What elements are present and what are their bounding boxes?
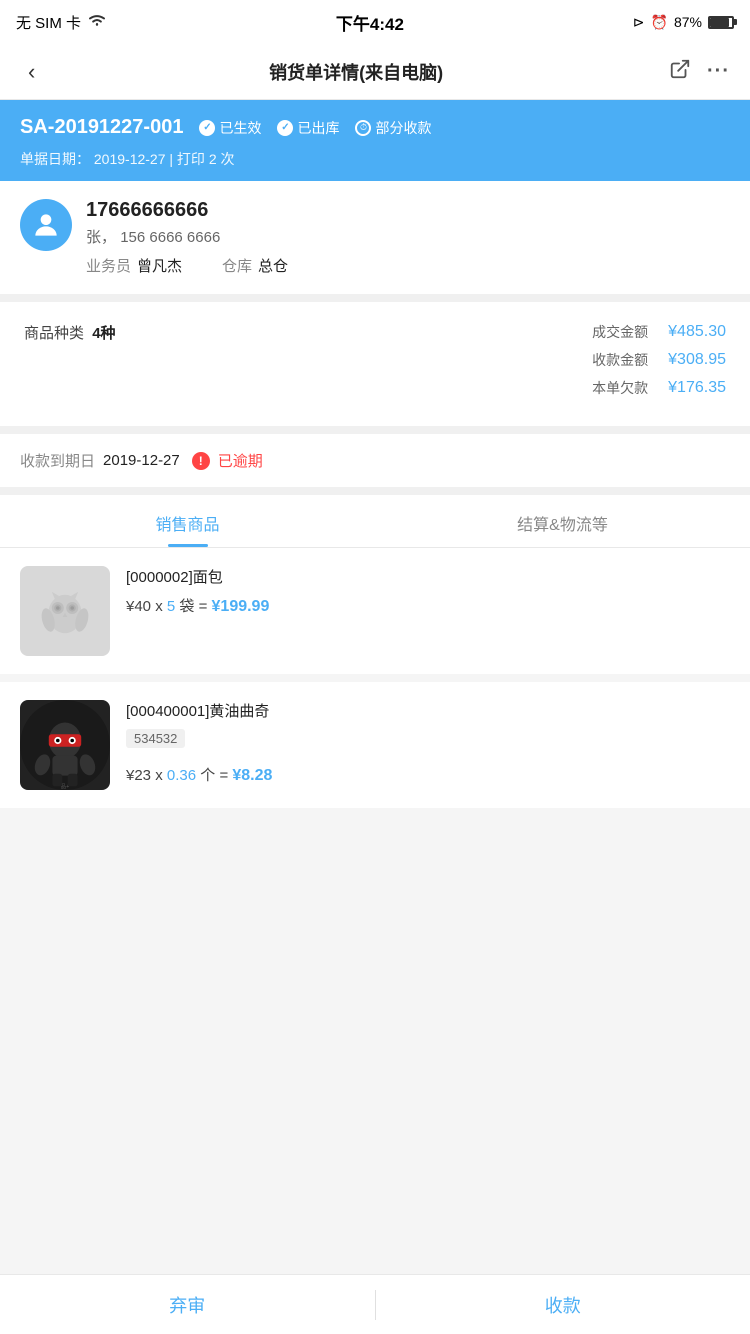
tab-products[interactable]: 销售商品 [0, 495, 375, 547]
banner-sub: 单据日期： 2019-12-27 | 打印 2 次 [20, 149, 730, 169]
due-date: 2019-12-27 [103, 452, 180, 469]
confirm-button[interactable]: 收款 [376, 1275, 750, 1334]
warehouse-value: 总仓 [258, 255, 288, 276]
doc-date-value: 2019-12-27 [94, 151, 166, 167]
product-item-2: 品+ [000400001]黄油曲奇 534532 ¥23 x 0.36 个 =… [0, 682, 750, 808]
qty-1: 5 [167, 598, 175, 615]
receipt-value: ¥308.95 [668, 351, 726, 369]
due-label: 收款到期日 [20, 450, 95, 471]
transaction-row: 成交金额 ¥485.30 [592, 322, 726, 342]
multiply-sign-1: x [155, 598, 167, 615]
product-name-2: [000400001]黄油曲奇 [126, 700, 730, 721]
carrier-text: 无 SIM 卡 [16, 12, 81, 33]
wifi-icon [87, 13, 107, 31]
summary-section: 商品种类 4种 成交金额 ¥485.30 收款金额 ¥308.95 本单欠款 ¥… [0, 302, 750, 434]
total-2: ¥8.28 [232, 767, 272, 784]
cancel-button[interactable]: 弃审 [0, 1275, 375, 1334]
salesman-value: 曾凡杰 [137, 255, 182, 276]
order-id: SA-20191227-001 [20, 116, 183, 139]
unit-price-2: ¥23 [126, 767, 151, 784]
status-badge-3: ⏱ 部分收款 [355, 118, 431, 138]
svg-text:品+: 品+ [61, 783, 70, 790]
share-button[interactable] [669, 58, 691, 86]
transaction-label: 成交金额 [592, 322, 648, 342]
page-title: 销货单详情(来自电脑) [43, 59, 669, 85]
product-count-value: 4种 [92, 325, 115, 342]
debt-value: ¥176.35 [668, 379, 726, 397]
status-right: ⊳ ⏰ 87% [633, 14, 734, 31]
more-button[interactable]: ··· [707, 60, 730, 83]
customer-section: 17666666666 张， 156 6666 6666 业务员 曾凡杰 仓库 … [0, 181, 750, 302]
print-count: 2 [209, 151, 217, 167]
summary-left: 商品种类 4种 [24, 322, 116, 343]
nav-bar: ‹ 销货单详情(来自电脑) ··· [0, 44, 750, 100]
salesman-label: 业务员 [86, 255, 131, 276]
customer-meta: 业务员 曾凡杰 仓库 总仓 [86, 255, 730, 276]
nav-actions: ··· [669, 58, 730, 86]
header-banner: SA-20191227-001 ✓ 已生效 ✓ 已出库 ⏱ 部分收款 单据日期：… [0, 100, 750, 181]
bottom-bar: 弃审 收款 [0, 1274, 750, 1334]
customer-phone: 张， 156 6666 6666 [86, 226, 730, 247]
debt-label: 本单欠款 [592, 378, 648, 398]
customer-info: 17666666666 张， 156 6666 6666 业务员 曾凡杰 仓库 … [86, 199, 730, 276]
unit-price-1: ¥40 [126, 598, 151, 615]
salesman-item: 业务员 曾凡杰 [86, 255, 182, 276]
customer-name-text: 张 [86, 229, 101, 246]
overdue-text: 已逾期 [218, 450, 263, 471]
due-section: 收款到期日 2019-12-27 ! 已逾期 [0, 434, 750, 495]
product-detail-2: [000400001]黄油曲奇 534532 ¥23 x 0.36 个 = ¥8… [126, 700, 730, 785]
overdue-icon: ! [192, 452, 210, 470]
product-detail-1: [0000002]面包 ¥40 x 5 袋 = ¥199.99 [126, 566, 730, 616]
check-icon-2: ✓ [277, 120, 293, 136]
product-item: [0000002]面包 ¥40 x 5 袋 = ¥199.99 [0, 548, 750, 674]
avatar [20, 199, 72, 251]
thumb-placeholder-1 [20, 566, 110, 656]
product-thumbnail-2: 品+ [20, 700, 110, 790]
customer-id: 17666666666 [86, 199, 730, 222]
location-icon: ⊳ [633, 14, 645, 31]
product-name-1: [0000002]面包 [126, 566, 730, 587]
products-list: [0000002]面包 ¥40 x 5 袋 = ¥199.99 [0, 548, 750, 808]
product-sku-2: 534532 [126, 729, 185, 748]
product-thumbnail-1 [20, 566, 110, 656]
clock-icon: ⏱ [355, 120, 371, 136]
equals-sign-1: = [199, 598, 212, 615]
status-badge-1: ✓ 已生效 [199, 118, 261, 138]
multiply-sign-2: x [155, 767, 167, 784]
status-badge-2: ✓ 已出库 [277, 118, 339, 138]
status-left: 无 SIM 卡 [16, 12, 107, 33]
warehouse-item: 仓库 总仓 [222, 255, 288, 276]
unit-2: 个 [200, 767, 215, 784]
product-price-1: ¥40 x 5 袋 = ¥199.99 [126, 595, 730, 616]
receipt-row: 收款金额 ¥308.95 [592, 350, 726, 370]
tabs: 销售商品 结算&物流等 [0, 495, 750, 547]
receipt-label: 收款金额 [592, 350, 648, 370]
print-unit: 次 [221, 151, 235, 167]
battery-icon [708, 16, 734, 29]
battery-text: 87% [674, 14, 702, 30]
tab-settlement[interactable]: 结算&物流等 [375, 495, 750, 547]
unit-1: 袋 [179, 598, 194, 615]
print-label: | 打印 [169, 151, 205, 167]
product-count-label: 商品种类 4种 [24, 325, 116, 342]
back-button[interactable]: ‹ [20, 51, 43, 93]
transaction-value: ¥485.30 [668, 323, 726, 341]
banner-top: SA-20191227-001 ✓ 已生效 ✓ 已出库 ⏱ 部分收款 [20, 116, 730, 139]
qty-2: 0.36 [167, 767, 196, 784]
check-icon-1: ✓ [199, 120, 215, 136]
customer-phone-number: 156 6666 6666 [120, 229, 220, 246]
total-1: ¥199.99 [212, 598, 270, 615]
debt-row: 本单欠款 ¥176.35 [592, 378, 726, 398]
status-time: 下午4:42 [336, 10, 404, 35]
warehouse-label: 仓库 [222, 255, 252, 276]
product-price-2: ¥23 x 0.36 个 = ¥8.28 [126, 764, 730, 785]
summary-right: 成交金额 ¥485.30 收款金额 ¥308.95 本单欠款 ¥176.35 [592, 322, 726, 406]
tabs-container: 销售商品 结算&物流等 [0, 495, 750, 548]
equals-sign-2: = [219, 767, 232, 784]
status-bar: 无 SIM 卡 下午4:42 ⊳ ⏰ 87% [0, 0, 750, 44]
doc-date-label: 单据日期： [20, 151, 90, 167]
alarm-icon: ⏰ [651, 14, 668, 31]
